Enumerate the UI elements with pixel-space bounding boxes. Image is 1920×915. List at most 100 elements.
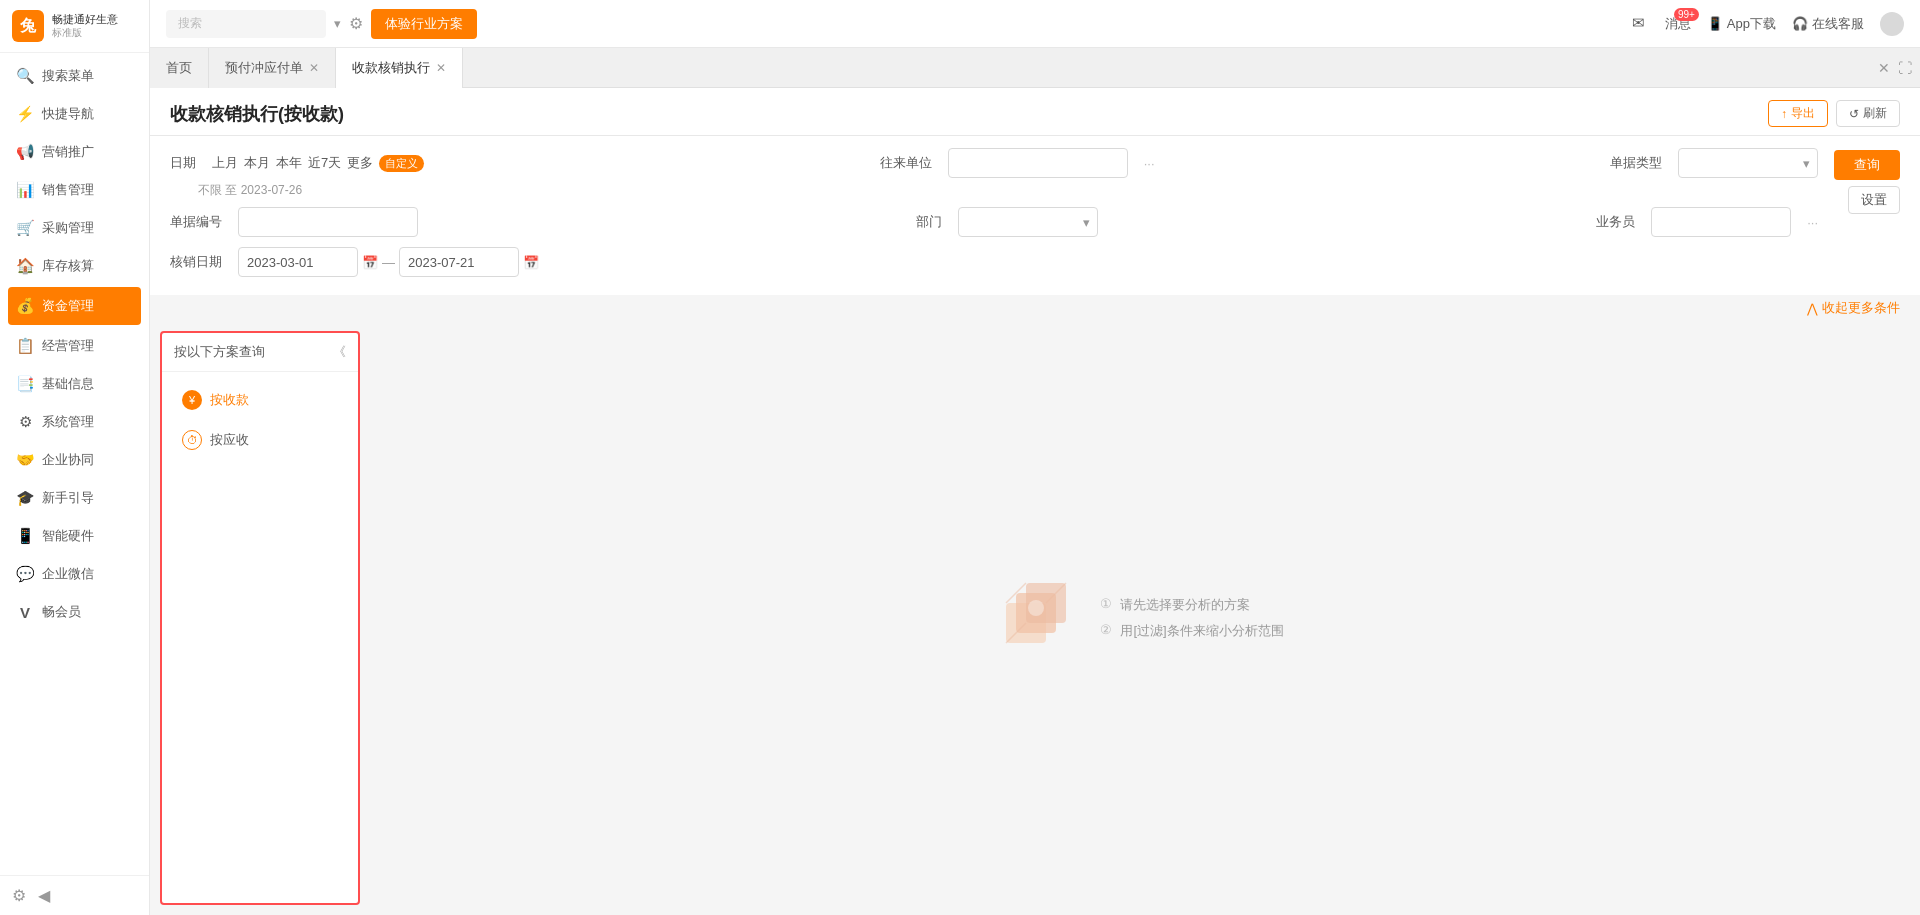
filter-item-by-receipt[interactable]: ¥ 按收款 bbox=[162, 380, 358, 420]
sidebar-item-guide-label: 新手引导 bbox=[42, 489, 94, 507]
date-custom-badge[interactable]: 自定义 bbox=[379, 155, 424, 172]
filter-item-by-receivable-label: 按应收 bbox=[210, 431, 249, 449]
sidebar-item-sales[interactable]: 📊 销售管理 bbox=[0, 171, 149, 209]
sidebar-nav: 🔍 搜索菜单 ⚡ 快捷导航 📢 营销推广 📊 销售管理 🛒 采购管理 🏠 库存核… bbox=[0, 53, 149, 875]
sidebar-item-finance[interactable]: 💰 资金管理 bbox=[8, 287, 141, 325]
tab-verify-close-icon[interactable]: ✕ bbox=[436, 61, 446, 75]
dept-select[interactable] bbox=[958, 207, 1098, 237]
sidebar-item-member[interactable]: V 畅会员 bbox=[0, 593, 149, 631]
shortcuts-icon: ⚡ bbox=[16, 105, 34, 123]
filter-item-by-receipt-label: 按收款 bbox=[210, 391, 249, 409]
topbar-search-text: 搜索 bbox=[178, 15, 202, 32]
sidebar-item-inventory-label: 库存核算 bbox=[42, 257, 94, 275]
verify-date-end-calendar-icon[interactable]: 📅 bbox=[523, 255, 539, 270]
app-download-link[interactable]: 📱 App下载 bbox=[1707, 15, 1776, 33]
staff-input[interactable] bbox=[1651, 207, 1791, 237]
export-button[interactable]: ↑ 导出 bbox=[1768, 100, 1828, 127]
sidebar-item-hardware[interactable]: 📱 智能硬件 bbox=[0, 517, 149, 555]
date-shortcut-this-year[interactable]: 本年 bbox=[276, 154, 302, 172]
sidebar-item-enterprise[interactable]: 🤝 企业协同 bbox=[0, 441, 149, 479]
collapse-label: 收起更多条件 bbox=[1822, 299, 1900, 317]
doc-type-select[interactable] bbox=[1678, 148, 1818, 178]
tab-prepay[interactable]: 预付冲应付单 ✕ bbox=[209, 48, 336, 88]
online-service-link[interactable]: 🎧 在线客服 bbox=[1792, 15, 1864, 33]
export-icon: ↑ bbox=[1781, 107, 1787, 121]
app-name: 畅捷通好生意 bbox=[52, 12, 118, 26]
settings-bottom-icon[interactable]: ⚙ bbox=[12, 886, 26, 905]
sidebar-item-purchase-label: 采购管理 bbox=[42, 219, 94, 237]
topbar-search-box[interactable]: 搜索 bbox=[166, 10, 326, 38]
party-ellipsis-icon[interactable]: ··· bbox=[1144, 156, 1155, 171]
empty-illustration bbox=[996, 578, 1076, 658]
setting-button[interactable]: 设置 bbox=[1848, 186, 1900, 214]
sidebar-item-search-label: 搜索菜单 bbox=[42, 67, 94, 85]
hardware-icon: 📱 bbox=[16, 527, 34, 545]
inventory-icon: 🏠 bbox=[16, 257, 34, 275]
date-more-btn[interactable]: 更多 bbox=[347, 154, 373, 172]
tab-prepay-label: 预付冲应付单 bbox=[225, 59, 303, 77]
sidebar-item-hardware-label: 智能硬件 bbox=[42, 527, 94, 545]
filter-panel: 日期 上月 本月 本年 近7天 更多 自定义 往来单位 ··· bbox=[150, 136, 1920, 295]
verify-date-start-calendar-icon[interactable]: 📅 bbox=[362, 255, 378, 270]
sidebar-item-marketing[interactable]: 📢 营销推广 bbox=[0, 133, 149, 171]
refresh-button[interactable]: ↺ 刷新 bbox=[1836, 100, 1900, 127]
sidebar-item-inventory[interactable]: 🏠 库存核算 bbox=[0, 247, 149, 285]
left-filter-panel: 按以下方案查询 《 ¥ 按收款 ⏱ 按应收 bbox=[160, 331, 360, 905]
date-shortcut-7days[interactable]: 近7天 bbox=[308, 154, 341, 172]
collapse-more-conditions-btn[interactable]: ⋀ 收起更多条件 bbox=[150, 295, 1920, 321]
empty-state: ① 请先选择要分析的方案 ② 用[过滤]条件来缩小分析范围 bbox=[996, 578, 1283, 658]
sidebar-item-management[interactable]: 📋 经营管理 bbox=[0, 327, 149, 365]
industry-solution-button[interactable]: 体验行业方案 bbox=[371, 9, 477, 39]
filter-item-by-receivable[interactable]: ⏱ 按应收 bbox=[162, 420, 358, 460]
verify-date-end-input[interactable] bbox=[399, 247, 519, 277]
app-edition: 标准版 bbox=[52, 26, 118, 40]
doc-no-input[interactable] bbox=[238, 207, 418, 237]
tab-home[interactable]: 首页 bbox=[150, 48, 209, 88]
online-service-icon: 🎧 bbox=[1792, 16, 1808, 31]
topbar-right: ✉ 99+ 消息 📱 App下载 🎧 在线客服 bbox=[1632, 12, 1904, 36]
tab-home-label: 首页 bbox=[166, 59, 192, 77]
sidebar-item-guide[interactable]: 🎓 新手引导 bbox=[0, 479, 149, 517]
sidebar-item-purchase[interactable]: 🛒 采购管理 bbox=[0, 209, 149, 247]
sidebar-item-member-label: 畅会员 bbox=[42, 603, 81, 621]
filter-action-buttons: 查询 设置 bbox=[1834, 148, 1900, 214]
date-shortcut-last-month[interactable]: 上月 bbox=[212, 154, 238, 172]
online-service-label: 在线客服 bbox=[1812, 15, 1864, 33]
doc-type-select-wrap bbox=[1678, 148, 1818, 178]
topbar: 搜索 ▾ ⚙ 体验行业方案 ✉ 99+ 消息 📱 App下载 🎧 在线客服 bbox=[150, 0, 1920, 48]
topbar-gear-icon[interactable]: ⚙ bbox=[349, 14, 363, 33]
left-filter-items: ¥ 按收款 ⏱ 按应收 bbox=[162, 372, 358, 468]
close-tab-icon[interactable]: ✕ bbox=[1878, 60, 1890, 76]
svg-point-6 bbox=[1028, 600, 1044, 616]
sidebar-item-basic-label: 基础信息 bbox=[42, 375, 94, 393]
staff-ellipsis-icon[interactable]: ··· bbox=[1807, 215, 1818, 230]
topbar-dropdown-icon[interactable]: ▾ bbox=[334, 16, 341, 31]
sidebar-item-sales-label: 销售管理 bbox=[42, 181, 94, 199]
refresh-label: 刷新 bbox=[1863, 105, 1887, 122]
expand-tab-icon[interactable]: ⛶ bbox=[1898, 60, 1912, 76]
export-label: 导出 bbox=[1791, 105, 1815, 122]
sidebar-item-system[interactable]: ⚙ 系统管理 bbox=[0, 403, 149, 441]
empty-tips: ① 请先选择要分析的方案 ② 用[过滤]条件来缩小分析范围 bbox=[1100, 596, 1283, 640]
tab-verify[interactable]: 收款核销执行 ✕ bbox=[336, 48, 463, 88]
party-input[interactable] bbox=[948, 148, 1128, 178]
tab-prepay-close-icon[interactable]: ✕ bbox=[309, 61, 319, 75]
date-filter-label: 日期 bbox=[170, 154, 196, 172]
sidebar-item-basic[interactable]: 📑 基础信息 bbox=[0, 365, 149, 403]
query-button[interactable]: 查询 bbox=[1834, 150, 1900, 180]
message-icon-area[interactable]: ✉ 99+ 消息 bbox=[1632, 14, 1691, 33]
collapse-sidebar-icon[interactable]: ◀ bbox=[38, 886, 50, 905]
date-shortcut-this-month[interactable]: 本月 bbox=[244, 154, 270, 172]
verify-date-start-input[interactable] bbox=[238, 247, 358, 277]
sidebar-item-wechat[interactable]: 💬 企业微信 bbox=[0, 555, 149, 593]
sidebar-item-shortcuts[interactable]: ⚡ 快捷导航 bbox=[0, 95, 149, 133]
sidebar-item-search[interactable]: 🔍 搜索菜单 bbox=[0, 57, 149, 95]
tip1-text: 请先选择要分析的方案 bbox=[1120, 596, 1250, 614]
filter-row-3: 核销日期 📅 — 📅 bbox=[170, 247, 1818, 277]
left-filter-collapse-icon[interactable]: 《 bbox=[333, 343, 346, 361]
page-actions: ↑ 导出 ↺ 刷新 bbox=[1768, 100, 1900, 127]
system-icon: ⚙ bbox=[16, 413, 34, 431]
user-avatar[interactable] bbox=[1880, 12, 1904, 36]
filter-row-2: 单据编号 部门 业务员 ··· bbox=[170, 207, 1818, 237]
search-menu-icon: 🔍 bbox=[16, 67, 34, 85]
